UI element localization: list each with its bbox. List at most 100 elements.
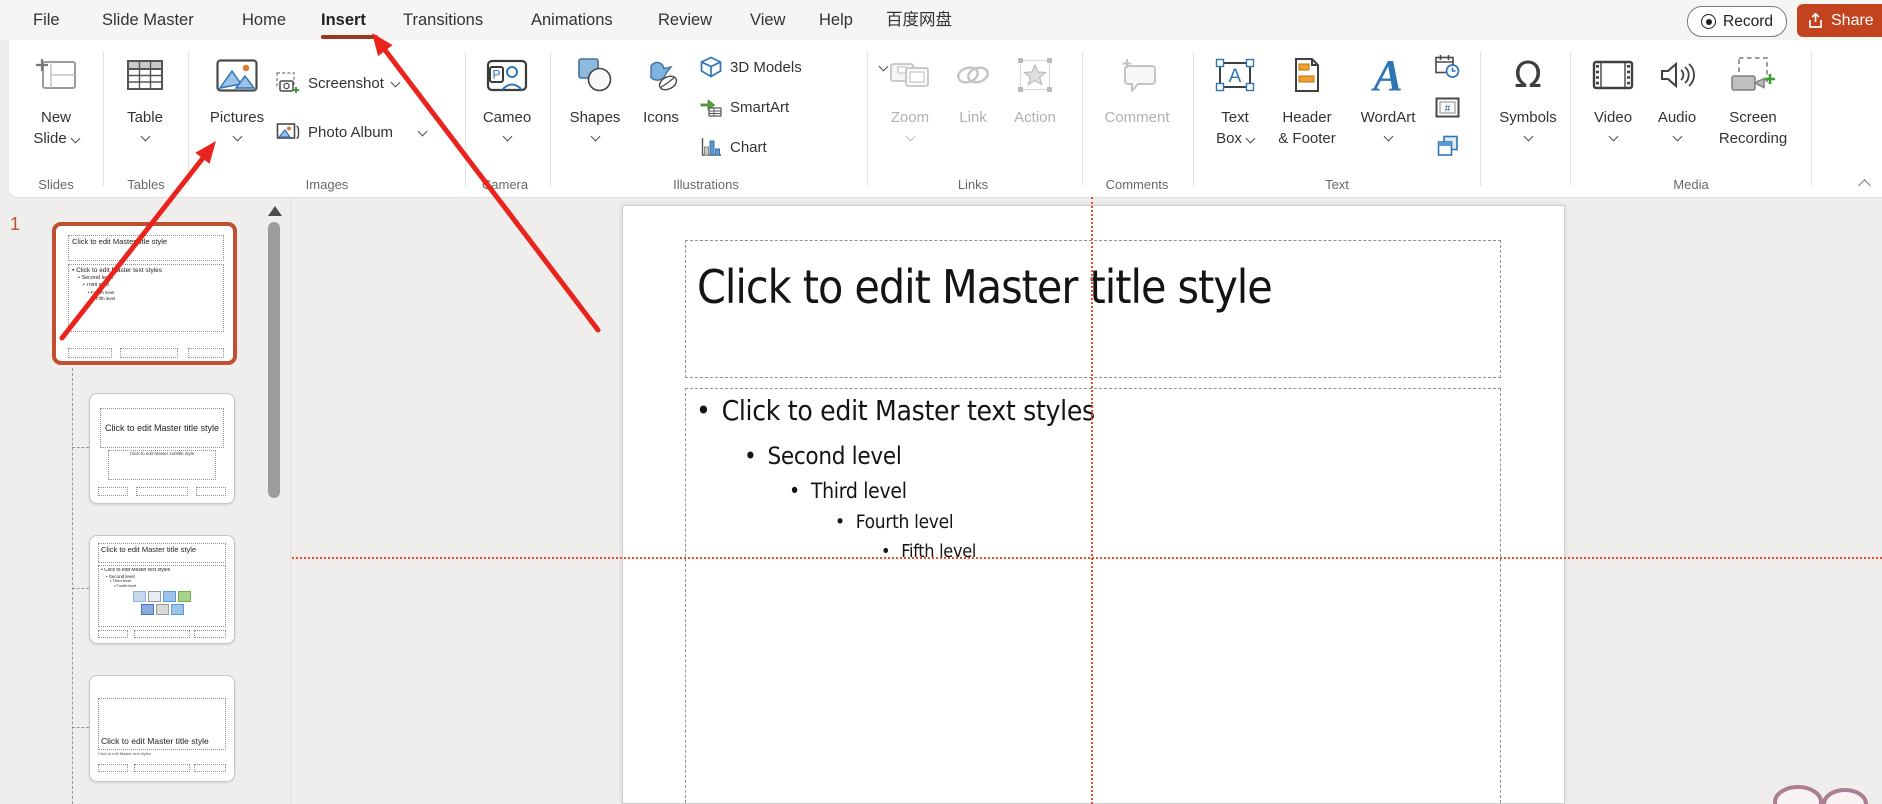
group-divider	[1811, 52, 1812, 186]
group-label-comments: Comments	[1105, 177, 1169, 192]
thumb-footer-placeholder	[196, 487, 226, 496]
chevron-down-icon	[905, 131, 915, 142]
chevron-down-icon	[232, 131, 242, 142]
text-box-button[interactable]: A Text Box	[1207, 48, 1263, 148]
slide-number-button[interactable]: #	[1435, 94, 1460, 120]
thumb-footer-placeholder	[98, 764, 128, 772]
thumb-footer-placeholder	[68, 348, 112, 358]
wordart-button[interactable]: A WordArt	[1356, 48, 1420, 142]
record-icon	[1701, 14, 1717, 29]
pictures-icon	[216, 48, 258, 102]
tab-review[interactable]: Review	[658, 0, 712, 40]
shapes-button[interactable]: Shapes	[567, 48, 623, 142]
screenshot-icon	[276, 72, 299, 93]
tab-animations[interactable]: Animations	[531, 0, 613, 40]
tab-home[interactable]: Home	[242, 0, 286, 40]
bullet-level-4[interactable]: • Fourth level	[835, 511, 954, 533]
thumbnail-master-slide[interactable]: Click to edit Master title style • Click…	[52, 222, 237, 365]
chevron-down-icon	[417, 126, 428, 136]
scrollbar-thumb[interactable]	[268, 222, 280, 498]
table-button[interactable]: Table	[117, 48, 173, 142]
group-label-images: Images	[305, 177, 349, 192]
chart-icon	[701, 138, 721, 156]
audio-button[interactable]: Audio	[1651, 48, 1703, 142]
bullet-level-3[interactable]: • Third level	[789, 479, 907, 503]
3d-models-button[interactable]: 3D Models	[700, 54, 889, 80]
audio-icon	[1659, 48, 1695, 102]
photo-album-button[interactable]: Photo Album	[276, 119, 428, 145]
tab-baidu-netdisk[interactable]: 百度网盘	[886, 0, 952, 40]
group-divider	[1193, 52, 1194, 186]
group-divider	[103, 52, 104, 186]
text-box-icon: A	[1214, 48, 1256, 102]
comment-button: Comment	[1103, 48, 1171, 127]
new-slide-icon	[34, 48, 78, 102]
thumbnail-title-slide-layout[interactable]: Click to edit Master title style Click t…	[89, 393, 235, 504]
thumb-subtitle-placeholder: Click to edit Master subtitle style	[108, 450, 216, 480]
comment-icon	[1116, 48, 1158, 102]
layout-connector-stub	[72, 727, 89, 728]
object-button[interactable]	[1437, 133, 1459, 159]
cameo-button[interactable]: P Cameo	[479, 48, 535, 142]
svg-text:P: P	[492, 67, 500, 81]
vertical-guide[interactable]	[1091, 197, 1093, 804]
date-time-icon	[1435, 54, 1460, 78]
thumbnail-title-content-layout[interactable]: Click to edit Master title style • Click…	[89, 535, 235, 644]
icons-icon	[642, 48, 680, 102]
icons-button[interactable]: Icons	[637, 48, 685, 127]
3d-cube-icon	[700, 56, 722, 78]
tab-file[interactable]: File	[33, 0, 60, 40]
master-title-text[interactable]: Click to edit Master title style	[697, 260, 1273, 314]
zoom-button: Zoom	[884, 48, 936, 142]
chevron-down-icon	[1245, 133, 1256, 144]
bullet-level-2[interactable]: • Second level	[744, 442, 902, 470]
chevron-down-icon	[390, 77, 401, 87]
record-button[interactable]: Record	[1687, 6, 1787, 37]
header-footer-button[interactable]: Header & Footer	[1275, 48, 1339, 148]
layout-connector-line	[72, 368, 73, 804]
chevron-down-icon	[70, 133, 81, 144]
chevron-down-icon	[1608, 131, 1618, 142]
action-button: Action	[1005, 48, 1065, 127]
tab-slide-master[interactable]: Slide Master	[102, 0, 194, 40]
horizontal-guide[interactable]	[292, 557, 1882, 559]
svg-text:#: #	[1445, 103, 1451, 114]
thumbnail-section-layout[interactable]: Click to edit Master title style Click t…	[89, 675, 235, 782]
omega-icon: Ω	[1514, 54, 1542, 96]
video-button[interactable]: Video	[1587, 48, 1639, 142]
tab-transitions[interactable]: Transitions	[403, 0, 483, 40]
group-divider	[1480, 52, 1481, 186]
pane-divider	[290, 197, 291, 804]
bullet-level-1[interactable]: • Click to edit Master text styles	[696, 394, 1095, 427]
thumb-text-line: Click to edit Master text styles	[98, 752, 151, 756]
screenshot-button[interactable]: Screenshot	[276, 70, 401, 96]
thumb-footer-placeholder	[194, 764, 226, 772]
group-divider	[465, 52, 466, 186]
symbols-button[interactable]: Ω Symbols	[1496, 48, 1560, 142]
header-footer-icon	[1293, 48, 1321, 102]
thumb-footer-placeholder	[136, 487, 188, 496]
link-icon	[954, 48, 992, 102]
screen-recording-button[interactable]: Screen Recording	[1713, 48, 1793, 148]
date-time-button[interactable]	[1435, 53, 1460, 79]
thumb-title-placeholder: Click to edit Master title style	[98, 543, 226, 563]
chevron-down-icon	[590, 131, 600, 142]
zoom-icon	[889, 48, 931, 102]
chart-button[interactable]: Chart	[700, 134, 767, 160]
group-label-slides: Slides	[38, 177, 74, 192]
tab-view[interactable]: View	[750, 0, 785, 40]
thumb-footer-placeholder	[134, 764, 190, 772]
tab-help[interactable]: Help	[819, 0, 853, 40]
cameo-icon: P	[486, 48, 528, 102]
tab-insert[interactable]: Insert	[321, 0, 366, 40]
share-button[interactable]: Share	[1797, 4, 1882, 37]
new-slide-button[interactable]: New Slide	[24, 48, 88, 148]
bullet-glyph: •	[696, 394, 711, 427]
layout-connector-stub	[72, 588, 89, 589]
pictures-button[interactable]: Pictures	[207, 48, 267, 142]
photo-album-icon	[276, 123, 300, 140]
scrollbar-up-arrow[interactable]	[268, 206, 282, 216]
smartart-button[interactable]: SmartArt	[700, 94, 789, 120]
group-label-camera: Camera	[481, 177, 529, 192]
group-divider	[1570, 52, 1571, 186]
